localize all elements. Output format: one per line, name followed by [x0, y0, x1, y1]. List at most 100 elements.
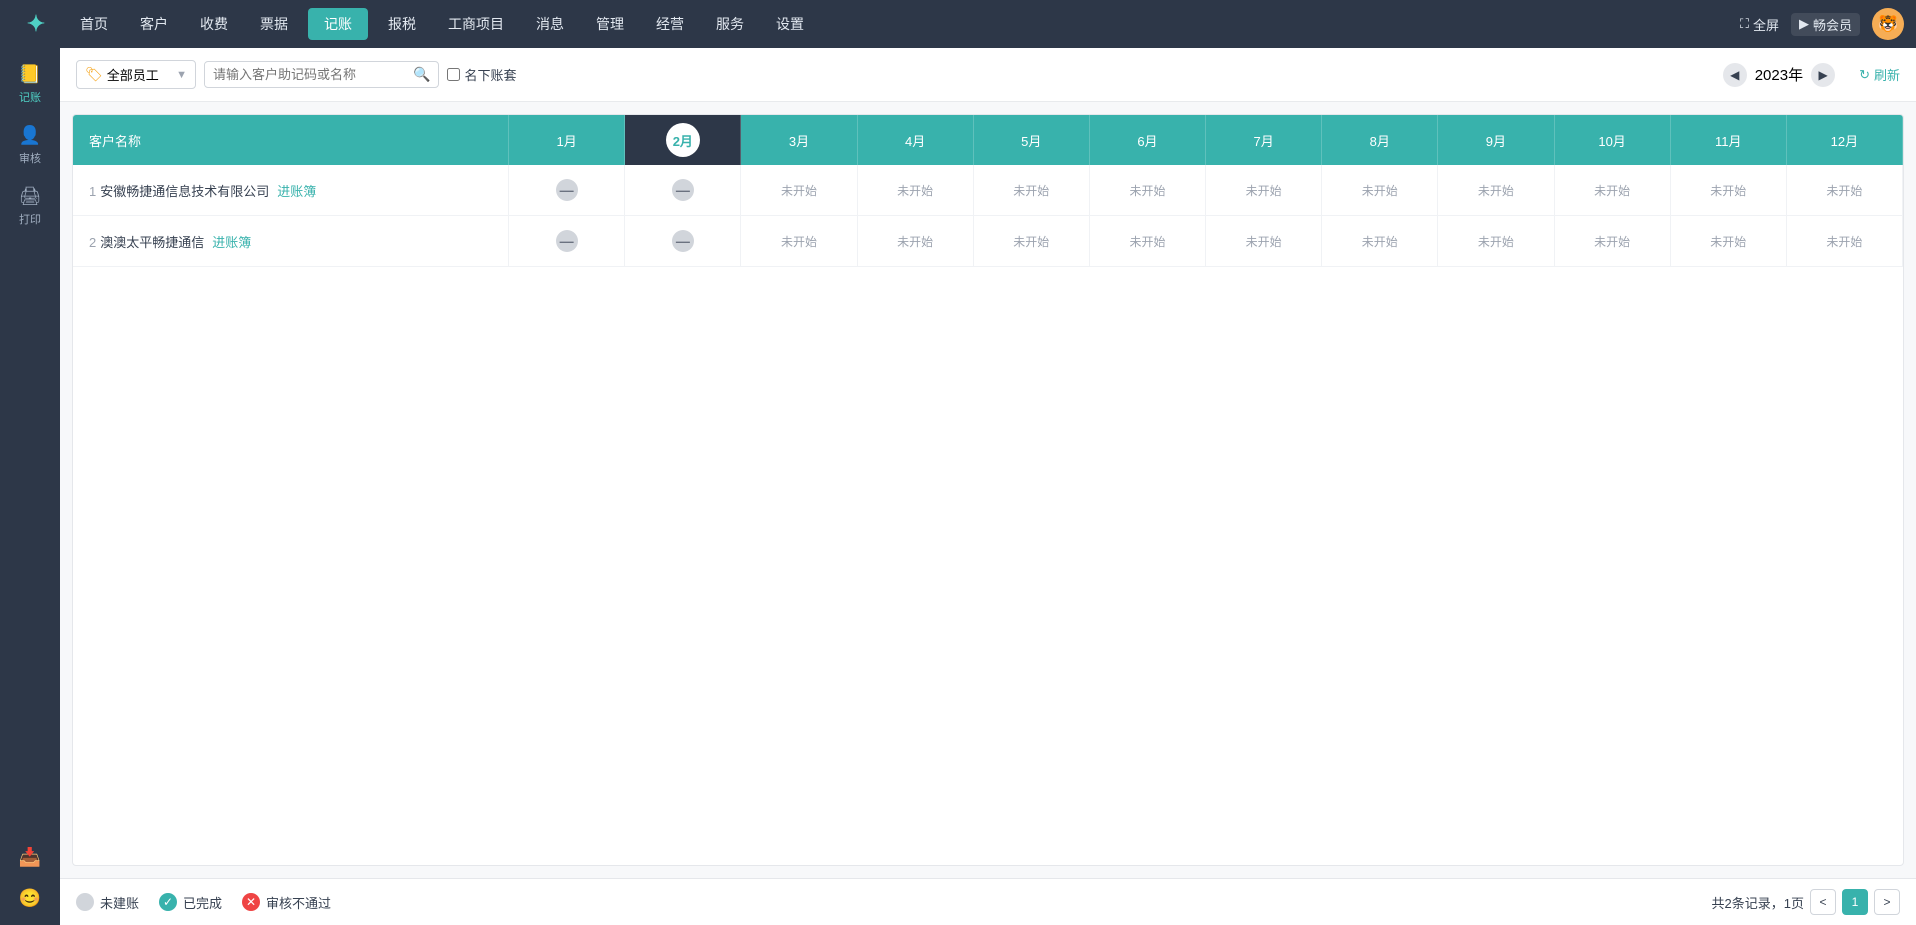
refresh-label: 刷新 — [1874, 65, 1900, 84]
nav-settings[interactable]: 设置 — [760, 0, 820, 48]
nav-service[interactable]: 服务 — [700, 0, 760, 48]
checkbox-label[interactable]: 名下账套 — [447, 65, 516, 84]
app-logo: ✦ — [8, 11, 64, 37]
status-not-started: 未开始 — [1362, 184, 1398, 198]
nav-fee[interactable]: 收费 — [184, 0, 244, 48]
table-container: 客户名称 1月 2月 3月 4月 5月 6月 7月 8月 9月 — [72, 114, 1904, 866]
sidebar: 📒 记账 👤 审核 🖨 打印 📥 😊 — [0, 48, 60, 925]
member-icon: ▶ — [1799, 16, 1809, 32]
month-cell-12: 未开始 — [1786, 216, 1902, 267]
month-cell-4: 未开始 — [857, 216, 973, 267]
refresh-icon: ↻ — [1859, 67, 1870, 83]
th-jun: 6月 — [1089, 115, 1205, 165]
page-1-button[interactable]: 1 — [1842, 889, 1868, 915]
month-cell-10: 未开始 — [1554, 165, 1670, 216]
th-sep: 9月 — [1438, 115, 1554, 165]
nav-accounting[interactable]: 记账 — [308, 8, 368, 40]
prev-page-button[interactable]: < — [1810, 889, 1836, 915]
main-layout: 📒 记账 👤 审核 🖨 打印 📥 😊 🏷 全部员工 ▼ — [0, 48, 1916, 925]
nav-invoice[interactable]: 票据 — [244, 0, 304, 48]
sidebar-label-accounting: 记账 — [19, 89, 41, 105]
nav-menu: 首页 客户 收费 票据 记账 报税 工商项目 消息 管理 经营 服务 设置 — [64, 0, 820, 48]
month-cell-8: 未开始 — [1322, 165, 1438, 216]
sidebar-item-download[interactable]: 📥 — [4, 839, 56, 876]
status-dash: — — [672, 230, 694, 252]
enter-ledger-link[interactable]: 进账簿 — [277, 184, 316, 199]
employee-select-label: 全部员工 — [107, 65, 159, 84]
month-cell-2: — — [625, 165, 741, 216]
legend-rejected-label: 审核不通过 — [266, 893, 331, 912]
month-cell-6: 未开始 — [1089, 165, 1205, 216]
avatar[interactable]: 🐯 — [1872, 8, 1904, 40]
member-button[interactable]: ▶ 畅会员 — [1791, 13, 1860, 36]
th-jul: 7月 — [1206, 115, 1322, 165]
legend-rejected: ✕ 审核不通过 — [242, 893, 331, 912]
nav-manage[interactable]: 管理 — [580, 0, 640, 48]
status-dash: — — [672, 179, 694, 201]
sidebar-item-audit[interactable]: 👤 审核 — [4, 117, 56, 174]
top-navigation: ✦ 首页 客户 收费 票据 记账 报税 工商项目 消息 管理 经营 服务 设置 … — [0, 0, 1916, 48]
nav-tax[interactable]: 报税 — [372, 0, 432, 48]
status-not-started: 未开始 — [1246, 184, 1282, 198]
enter-ledger-link[interactable]: 进账簿 — [212, 235, 251, 250]
table-row: 1安徽畅捷通信息技术有限公司进账簿——未开始未开始未开始未开始未开始未开始未开始… — [73, 165, 1903, 216]
accounting-table: 客户名称 1月 2月 3月 4月 5月 6月 7月 8月 9月 — [73, 115, 1903, 267]
month-cell-7: 未开始 — [1206, 216, 1322, 267]
legend-teal-dot: ✓ — [159, 893, 177, 911]
month-cell-5: 未开始 — [973, 216, 1089, 267]
row-index: 2 — [89, 235, 96, 250]
nav-operation[interactable]: 经营 — [640, 0, 700, 48]
status-not-started: 未开始 — [1710, 184, 1746, 198]
th-dec: 12月 — [1786, 115, 1902, 165]
prev-year-button[interactable]: ◀ — [1723, 63, 1747, 87]
total-records: 共2条记录，1页 — [1712, 893, 1804, 912]
table-row: 2澳澳太平畅捷通信进账簿——未开始未开始未开始未开始未开始未开始未开始未开始未开… — [73, 216, 1903, 267]
status-not-started: 未开始 — [1826, 235, 1862, 249]
month-cell-9: 未开始 — [1438, 165, 1554, 216]
underaccounts-checkbox[interactable] — [447, 68, 460, 81]
nav-home[interactable]: 首页 — [64, 0, 124, 48]
sidebar-label-audit: 审核 — [19, 150, 41, 166]
refresh-button[interactable]: ↻ 刷新 — [1859, 65, 1900, 84]
nav-business[interactable]: 工商项目 — [432, 0, 520, 48]
download-icon: 📥 — [19, 847, 41, 868]
pagination: 共2条记录，1页 < 1 > — [1712, 889, 1900, 915]
legend-completed: ✓ 已完成 — [159, 893, 222, 912]
legend-gray-dot — [76, 893, 94, 911]
nav-message[interactable]: 消息 — [520, 0, 580, 48]
fullscreen-button[interactable]: ⛶ 全屏 — [1740, 15, 1779, 34]
month-cell-1: — — [509, 216, 625, 267]
employee-select[interactable]: 🏷 全部员工 ▼ — [76, 60, 196, 89]
print-icon: 🖨 — [19, 186, 42, 207]
sidebar-item-print[interactable]: 🖨 打印 — [4, 178, 56, 235]
status-not-started: 未开始 — [1594, 235, 1630, 249]
month-cell-2: — — [625, 216, 741, 267]
month-cell-11: 未开始 — [1670, 165, 1786, 216]
chevron-down-icon: ▼ — [176, 69, 187, 81]
th-oct: 10月 — [1554, 115, 1670, 165]
legend-completed-label: 已完成 — [183, 893, 222, 912]
fullscreen-label: 全屏 — [1753, 15, 1779, 34]
month-cell-8: 未开始 — [1322, 216, 1438, 267]
search-button[interactable]: 🔍 — [405, 62, 438, 87]
status-not-started: 未开始 — [1594, 184, 1630, 198]
month-cell-1: — — [509, 165, 625, 216]
next-year-button[interactable]: ▶ — [1811, 63, 1835, 87]
status-not-started: 未开始 — [897, 235, 933, 249]
year-navigation: ◀ 2023年 ▶ — [1723, 63, 1835, 87]
client-name-cell: 2澳澳太平畅捷通信进账簿 — [73, 216, 509, 267]
nav-right-area: ⛶ 全屏 ▶ 畅会员 🐯 — [1740, 8, 1916, 40]
legend-red-dot: ✕ — [242, 893, 260, 911]
status-not-started: 未开始 — [1246, 235, 1282, 249]
status-not-started: 未开始 — [1013, 235, 1049, 249]
search-input[interactable] — [205, 63, 405, 86]
status-not-started: 未开始 — [1826, 184, 1862, 198]
sidebar-label-print: 打印 — [19, 211, 41, 227]
content-area: 🏷 全部员工 ▼ 🔍 名下账套 ◀ 2023年 ▶ ↻ 刷新 — [60, 48, 1916, 925]
nav-customer[interactable]: 客户 — [124, 0, 184, 48]
next-page-button[interactable]: > — [1874, 889, 1900, 915]
sidebar-item-accounting[interactable]: 📒 记账 — [4, 56, 56, 113]
sidebar-item-support[interactable]: 😊 — [4, 880, 56, 917]
month-cell-10: 未开始 — [1554, 216, 1670, 267]
status-not-started: 未开始 — [897, 184, 933, 198]
